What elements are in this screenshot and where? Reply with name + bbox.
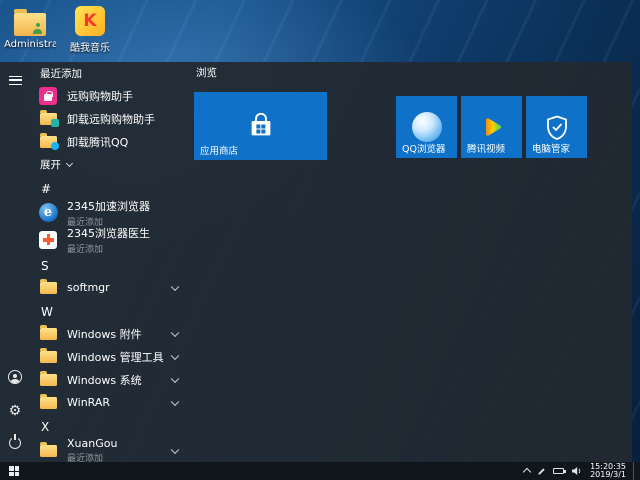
app-list-folder-item[interactable]: XuanGou 最近添加: [38, 437, 188, 464]
desktop-icon-label: Administra...: [4, 39, 56, 50]
folder-icon: [39, 441, 57, 457]
user-folder-icon: [14, 9, 46, 36]
taskbar: 15:20:35 2019/3/1: [0, 462, 640, 480]
app-badge-icon: [50, 118, 59, 127]
app-label: XuanGou: [67, 437, 118, 450]
tile-label: 腾讯视频: [467, 144, 506, 155]
tile-small-group: QQ浏览器 腾讯视频 电脑管家: [396, 92, 587, 158]
chevron-down-icon: [170, 328, 180, 337]
system-tray: 15:20:35 2019/3/1: [522, 462, 640, 480]
app-list-item[interactable]: 卸载远购购物助手: [38, 107, 188, 130]
tile-app-store[interactable]: 应用商店: [194, 92, 327, 160]
app-list: 最近添加 远购购物助手 卸载远购购物助手 卸载腾讯QQ 展开 # e 2345加…: [30, 62, 188, 464]
app-label: Windows 管理工具: [67, 350, 164, 364]
tile-pc-manager[interactable]: 电脑管家: [526, 96, 587, 158]
chevron-down-icon: [170, 445, 180, 454]
app-list-folder-item[interactable]: WinRAR: [38, 391, 188, 414]
shopping-bag-icon: [39, 86, 57, 105]
hamburger-icon: [8, 75, 22, 85]
app-list-item[interactable]: 2345浏览器医生 最近添加: [38, 226, 188, 255]
desktop: Administra... 酷我音乐 ⚙ 最近添加 远购购物助手 卸载远购购物: [0, 0, 640, 480]
chevron-down-icon: [65, 159, 74, 168]
battery-icon[interactable]: [553, 468, 566, 474]
folder-icon: [39, 370, 57, 386]
app-list-item[interactable]: 卸载腾讯QQ: [38, 130, 188, 153]
tile-row: 应用商店 QQ浏览器 腾讯视频 电脑管家: [194, 92, 632, 160]
start-button[interactable]: [0, 462, 28, 480]
settings-button[interactable]: ⚙: [4, 401, 26, 419]
folder-icon: [39, 278, 57, 294]
chevron-down-icon: [170, 397, 180, 406]
app-list-item[interactable]: 2345加速浏览器 最近添加: [38, 199, 188, 228]
taskbar-clock[interactable]: 15:20:35 2019/3/1: [590, 462, 626, 480]
uninstall-folder-icon: [39, 132, 59, 150]
pen-icon[interactable]: [537, 467, 546, 476]
tile-qq-browser[interactable]: QQ浏览器: [396, 96, 457, 158]
volume-icon[interactable]: [571, 466, 583, 476]
qq-browser-globe-icon: [411, 112, 442, 142]
expand-label: 展开: [40, 159, 61, 171]
uninstall-folder-icon: [39, 109, 59, 127]
app-label: WinRAR: [67, 396, 111, 409]
app-label: 远购购物助手: [67, 89, 133, 103]
date-text: 2019/3/1: [590, 470, 626, 479]
app-label: 卸载腾讯QQ: [67, 135, 129, 149]
app-sublabel: 最近添加: [67, 244, 104, 255]
tile-label: QQ浏览器: [402, 144, 446, 155]
app-list-item[interactable]: 远购购物助手: [38, 84, 188, 107]
expand-toggle[interactable]: 展开: [38, 153, 188, 176]
windows-logo-icon: [9, 466, 19, 476]
rail-bottom: ⚙: [4, 368, 26, 452]
user-account-button[interactable]: [4, 368, 26, 386]
show-desktop-button[interactable]: [633, 462, 637, 480]
store-bag-icon: [251, 112, 270, 136]
gear-icon: ⚙: [8, 402, 22, 418]
desktop-icon-kuwo-music[interactable]: 酷我音乐: [64, 6, 116, 54]
tile-label: 电脑管家: [532, 144, 571, 155]
tile-tencent-video[interactable]: 腾讯视频: [461, 96, 522, 158]
app-list-folder-item[interactable]: Windows 系统: [38, 368, 188, 391]
person-badge-icon: [32, 23, 43, 34]
folder-icon: [39, 393, 57, 409]
tiles-area: 浏览 应用商店 QQ浏览器 腾讯视频 电脑管家: [188, 62, 632, 462]
folder-icon: [39, 324, 57, 340]
app-label: Windows 附件: [67, 327, 142, 341]
start-menu: ⚙ 最近添加 远购购物助手 卸载远购购物助手 卸载腾讯QQ 展开 # e 234…: [0, 62, 632, 464]
recently-added-header: 最近添加: [40, 67, 82, 80]
user-icon: [8, 370, 22, 384]
desktop-icons: Administra... 酷我音乐: [4, 6, 116, 54]
desktop-icon-label: 酷我音乐: [70, 43, 110, 54]
folder-icon: [39, 347, 57, 363]
start-menu-rail: ⚙: [0, 62, 30, 462]
chevron-down-icon: [170, 351, 180, 360]
desktop-icon-administrator[interactable]: Administra...: [4, 6, 56, 54]
tray-overflow-chevron-icon[interactable]: [522, 467, 532, 477]
section-letter[interactable]: X: [38, 417, 188, 437]
section-letter[interactable]: W: [38, 302, 188, 322]
play-triangle-icon: [485, 118, 501, 136]
chevron-down-icon: [170, 282, 180, 291]
app-label: 2345浏览器医生: [67, 226, 150, 240]
power-icon: [9, 437, 21, 449]
browser-e-icon: [38, 203, 58, 222]
app-list-folder-item[interactable]: softmgr: [38, 276, 188, 299]
qq-badge-icon: [50, 141, 59, 150]
kuwo-music-icon: [75, 6, 105, 36]
chevron-down-icon: [170, 374, 180, 383]
section-letter[interactable]: #: [38, 179, 188, 199]
app-label: Windows 系统: [67, 373, 142, 387]
hamburger-menu-button[interactable]: [4, 71, 26, 89]
power-button[interactable]: [4, 434, 26, 452]
tile-label: 应用商店: [200, 146, 239, 157]
app-list-folder-item[interactable]: Windows 管理工具: [38, 345, 188, 368]
app-list-folder-item[interactable]: Windows 附件: [38, 322, 188, 345]
app-label: 2345加速浏览器: [67, 199, 150, 213]
section-letter[interactable]: S: [38, 256, 188, 276]
doctor-cross-icon: [39, 230, 57, 249]
app-label: 卸载远购购物助手: [67, 112, 155, 126]
tile-group-header: 浏览: [196, 66, 217, 79]
app-label: softmgr: [67, 281, 110, 294]
shield-check-icon: [546, 115, 567, 140]
